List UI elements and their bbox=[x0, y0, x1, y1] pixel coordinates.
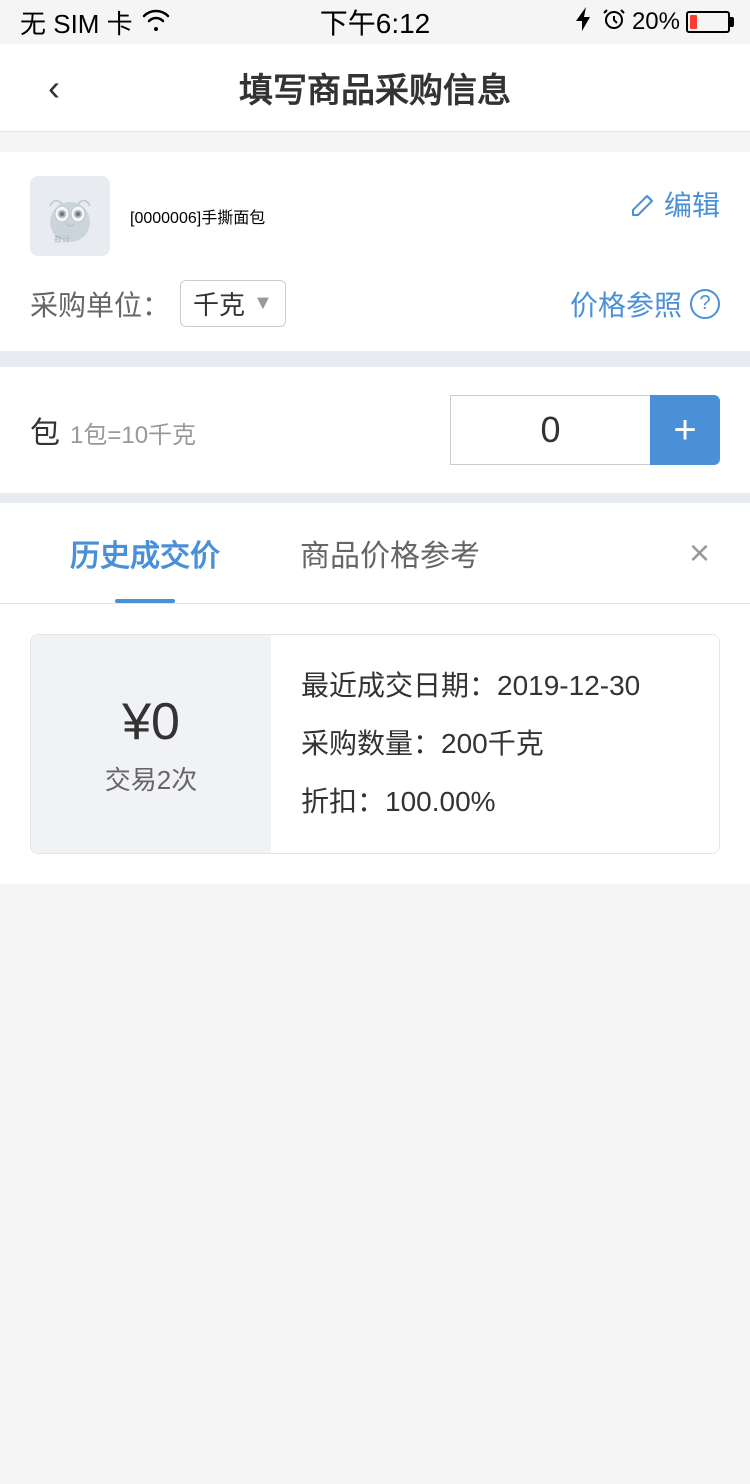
main-background bbox=[0, 884, 750, 1484]
history-discount-row: 折扣：100.00% bbox=[301, 781, 689, 823]
product-card: 数计 [0000006]手撕面包 编辑 采购单位： 千克 ▼ 价格参照 ? bbox=[0, 152, 750, 351]
svg-text:数计: 数计 bbox=[54, 234, 70, 244]
edit-label: 编辑 bbox=[664, 184, 720, 224]
product-left: 数计 [0000006]手撕面包 bbox=[30, 176, 265, 256]
quantity-input[interactable] bbox=[450, 395, 650, 465]
back-button[interactable]: ‹ bbox=[24, 58, 84, 118]
product-title: 手撕面包 bbox=[201, 210, 265, 227]
history-price-value: ¥0 bbox=[122, 692, 180, 752]
date-label: 最近成交日期： bbox=[301, 670, 497, 701]
status-bar: 无 SIM 卡 下午6:12 20% bbox=[0, 0, 750, 44]
product-id: [0000006] bbox=[130, 210, 201, 227]
tab-history-price[interactable]: 历史成交价 bbox=[30, 503, 260, 603]
quantity-label-text: 采购数量： bbox=[301, 728, 441, 759]
status-right: 20% bbox=[576, 7, 730, 38]
history-content: ¥0 交易2次 最近成交日期：2019-12-30 采购数量：200千克 折扣：… bbox=[0, 604, 750, 884]
tabs-header: 历史成交价 商品价格参考 × bbox=[0, 503, 750, 604]
wifi-icon bbox=[141, 7, 171, 38]
status-left: 无 SIM 卡 bbox=[20, 4, 171, 41]
unit-section: 采购单位： 千克 ▼ bbox=[30, 280, 286, 327]
carrier-text: 无 SIM 卡 bbox=[20, 4, 133, 41]
date-value: 2019-12-30 bbox=[497, 670, 640, 701]
discount-value: 100.00% bbox=[385, 786, 496, 817]
currency-symbol: ¥ bbox=[122, 693, 151, 751]
help-icon: ? bbox=[690, 289, 720, 319]
history-card: ¥0 交易2次 最近成交日期：2019-12-30 采购数量：200千克 折扣：… bbox=[30, 634, 720, 854]
battery-icon bbox=[686, 11, 730, 33]
quantity-label-group: 包 1包=10千克 bbox=[30, 408, 196, 452]
edit-icon bbox=[630, 190, 658, 218]
status-time: 下午6:12 bbox=[320, 2, 431, 42]
unit-value: 千克 bbox=[193, 285, 245, 322]
nav-bar: ‹ 填写商品采购信息 bbox=[0, 44, 750, 132]
history-left-panel: ¥0 交易2次 bbox=[31, 635, 271, 853]
price-ref-label: 价格参照 bbox=[570, 284, 682, 324]
close-button[interactable]: × bbox=[679, 522, 720, 584]
quantity-value: 200千克 bbox=[441, 728, 544, 759]
tab-product-price-ref[interactable]: 商品价格参考 bbox=[260, 503, 520, 603]
quantity-conversion: 1包=10千克 bbox=[70, 415, 196, 450]
quantity-plus-button[interactable]: + bbox=[650, 395, 720, 465]
battery-percentage: 20% bbox=[632, 8, 680, 36]
page-title: 填写商品采购信息 bbox=[239, 63, 511, 112]
unit-label: 采购单位： bbox=[30, 284, 170, 324]
product-name: [0000006]手撕面包 bbox=[130, 204, 265, 228]
product-unit-row: 采购单位： 千克 ▼ 价格参照 ? bbox=[30, 280, 720, 327]
divider-2 bbox=[0, 493, 750, 503]
tabs-list: 历史成交价 商品价格参考 bbox=[30, 503, 520, 603]
dropdown-arrow-icon: ▼ bbox=[253, 292, 273, 315]
history-right-panel: 最近成交日期：2019-12-30 采购数量：200千克 折扣：100.00% bbox=[271, 635, 719, 853]
edit-button[interactable]: 编辑 bbox=[630, 176, 720, 224]
history-date-row: 最近成交日期：2019-12-30 bbox=[301, 665, 689, 707]
history-quantity-row: 采购数量：200千克 bbox=[301, 723, 689, 765]
section-divider bbox=[0, 351, 750, 367]
quantity-input-group: + bbox=[450, 395, 720, 465]
product-header: 数计 [0000006]手撕面包 编辑 bbox=[30, 176, 720, 256]
history-transactions: 交易2次 bbox=[105, 760, 197, 797]
unit-selector[interactable]: 千克 ▼ bbox=[180, 280, 286, 327]
plus-icon: + bbox=[673, 408, 696, 453]
location-icon bbox=[576, 7, 596, 38]
quantity-unit-name: 包 bbox=[30, 408, 60, 452]
price-number: 0 bbox=[151, 693, 180, 751]
price-reference-button[interactable]: 价格参照 ? bbox=[570, 284, 720, 324]
quantity-row: 包 1包=10千克 + bbox=[0, 367, 750, 493]
product-thumbnail: 数计 bbox=[30, 176, 110, 256]
alarm-icon bbox=[602, 7, 626, 38]
discount-label: 折扣： bbox=[301, 786, 385, 817]
tabs-section: 历史成交价 商品价格参考 × ¥0 交易2次 最近成交日期：2019-12-30… bbox=[0, 503, 750, 884]
product-image: 数计 bbox=[40, 186, 100, 246]
